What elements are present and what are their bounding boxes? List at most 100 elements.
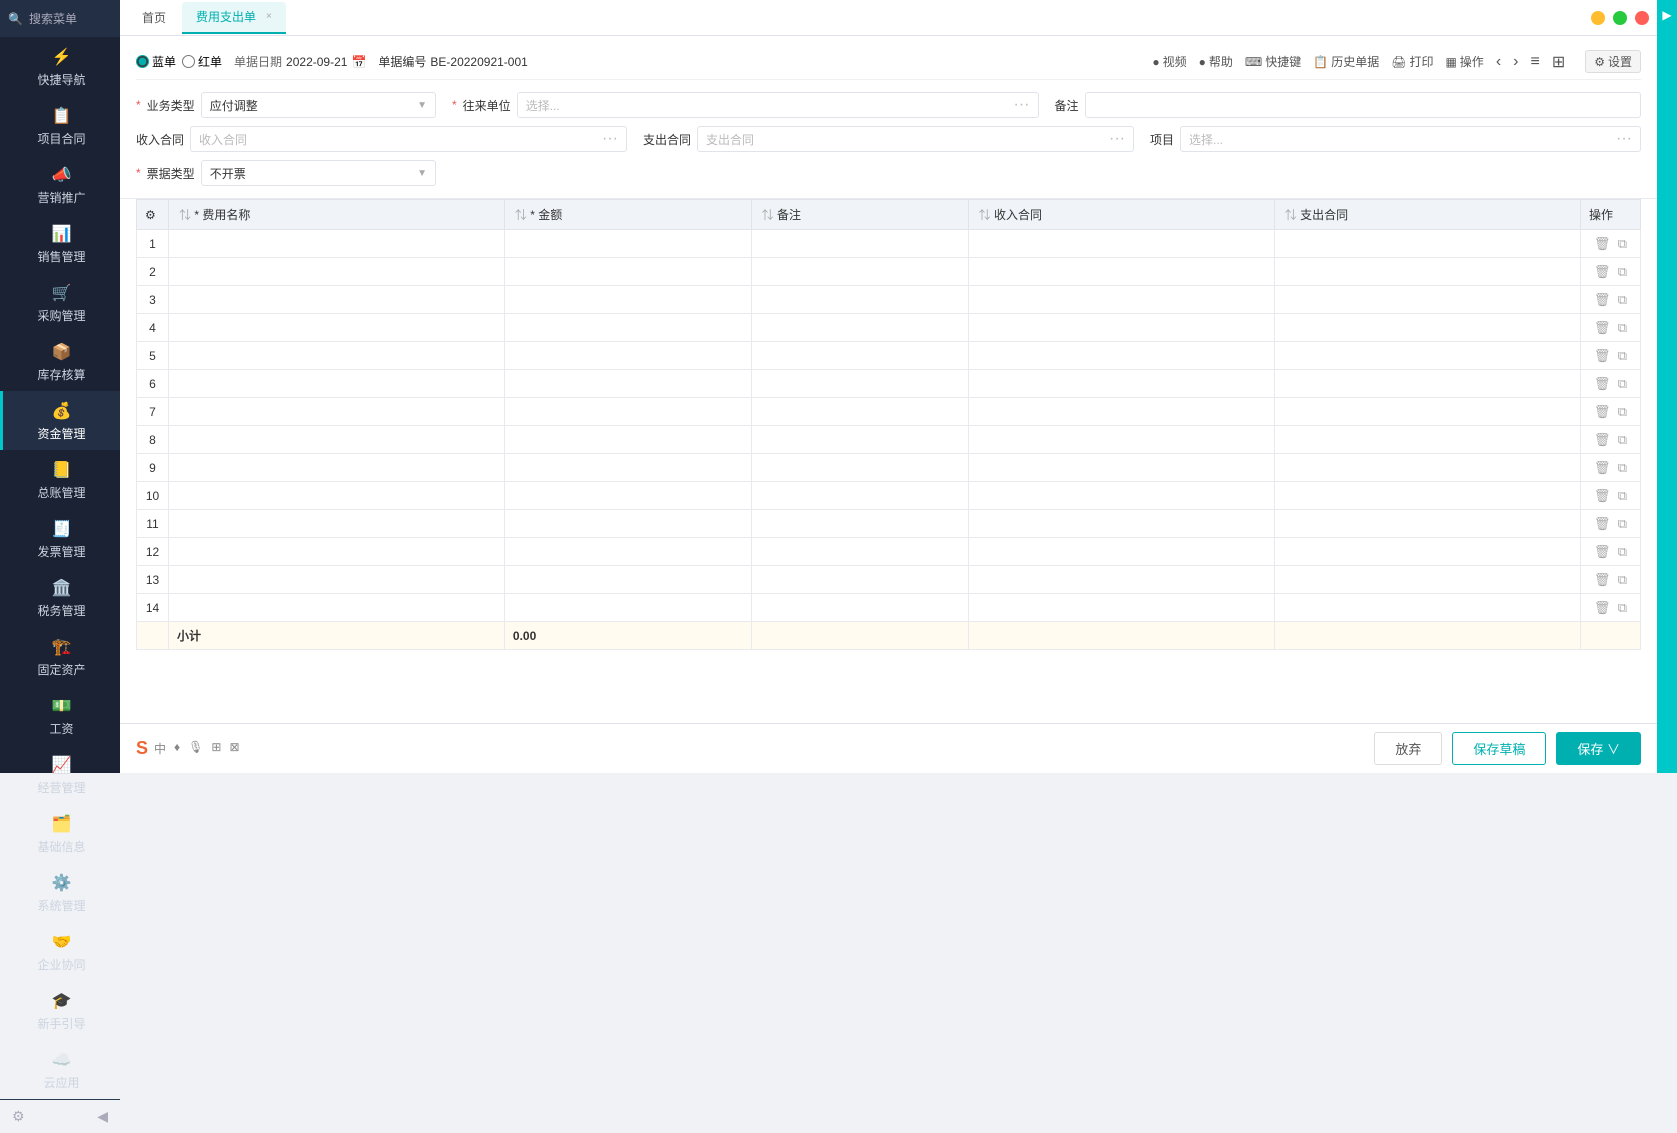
expense-contract-cell[interactable] [1274,482,1580,510]
sidebar-item-base[interactable]: 🗂️ 基础信息 [0,804,120,863]
expense-contract-cell[interactable] [1274,454,1580,482]
expense-contract-cell[interactable] [1274,230,1580,258]
nav-next-icon[interactable]: › [1513,53,1518,71]
sidebar-item-tax[interactable]: 🏛️ 税务管理 [0,568,120,627]
copy-icon[interactable]: ⧉ [1618,236,1627,251]
col-amount-header[interactable]: ⇅ * 金额 [504,200,751,230]
invoice-type-select[interactable]: 不开票 ▼ [201,160,436,186]
copy-icon[interactable]: ⧉ [1618,320,1627,335]
sidebar-item-assets[interactable]: 🏗️ 固定资产 [0,627,120,686]
amount-cell[interactable] [504,454,751,482]
income-contract-cell[interactable] [968,538,1274,566]
sidebar-item-cloud[interactable]: ☁️ 云应用 [0,1040,120,1099]
expense-name-cell[interactable] [169,314,505,342]
tab-expense[interactable]: 费用支出单 × [182,2,286,34]
delete-icon[interactable]: 🗑 [1594,376,1611,391]
delete-icon[interactable]: 🗑 [1594,572,1611,587]
remark-cell[interactable] [751,230,968,258]
window-close[interactable] [1635,11,1649,25]
income-contract-input[interactable]: 收入合同 ··· [190,126,627,152]
remark-cell[interactable] [751,314,968,342]
window-minimize[interactable] [1591,11,1605,25]
sidebar-item-corp[interactable]: 🤝 企业协同 [0,922,120,981]
shortcut-action[interactable]: ⌨ 快捷键 [1245,53,1301,70]
save-button[interactable]: 保存 ∨ [1556,732,1641,765]
copy-icon[interactable]: ⧉ [1618,376,1627,391]
delete-icon[interactable]: 🗑 [1594,264,1611,279]
tab-close-icon[interactable]: × [266,11,272,22]
sidebar-search[interactable]: 🔍 搜索菜单 [0,0,120,37]
remark-cell[interactable] [751,398,968,426]
delete-icon[interactable]: 🗑 [1594,320,1611,335]
amount-cell[interactable] [504,510,751,538]
right-panel[interactable]: ▶ [1657,0,1677,773]
sidebar-item-invoice[interactable]: 🧾 发票管理 [0,509,120,568]
expense-name-cell[interactable] [169,342,505,370]
calendar-icon[interactable]: 📅 [351,55,366,69]
delete-icon[interactable]: 🗑 [1594,516,1611,531]
expense-name-cell[interactable] [169,594,505,622]
col-expense-contract-header[interactable]: ⇅ 支出合同 [1274,200,1580,230]
red-bill-radio[interactable]: 红单 [182,53,222,70]
remark-cell[interactable] [751,566,968,594]
expense-contract-cell[interactable] [1274,566,1580,594]
copy-icon[interactable]: ⧉ [1618,600,1627,615]
remark-cell[interactable] [751,286,968,314]
sidebar-item-newbie[interactable]: 🎓 新手引导 [0,981,120,1040]
sidebar-item-inventory[interactable]: 📦 库存核算 [0,332,120,391]
nav-prev-icon[interactable]: ‹ [1496,53,1501,71]
sidebar-item-system[interactable]: ⚙️ 系统管理 [0,863,120,922]
doc-num-value[interactable]: BE-20220921-001 [430,55,527,69]
expense-name-cell[interactable] [169,538,505,566]
expense-contract-cell[interactable] [1274,538,1580,566]
settings-icon[interactable]: ⚙ [12,1108,25,1125]
amount-cell[interactable] [504,566,751,594]
col-income-contract-header[interactable]: ⇅ 收入合同 [968,200,1274,230]
sidebar-item-quick-nav[interactable]: ⚡ 快捷导航 [0,37,120,96]
amount-cell[interactable] [504,314,751,342]
copy-icon[interactable]: ⧉ [1618,544,1627,559]
expense-name-cell[interactable] [169,230,505,258]
remark-cell[interactable] [751,342,968,370]
expense-name-cell[interactable] [169,370,505,398]
expense-name-cell[interactable] [169,482,505,510]
income-contract-cell[interactable] [968,454,1274,482]
operation-action[interactable]: ▦ 操作 [1445,53,1483,70]
income-contract-cell[interactable] [968,510,1274,538]
delete-icon[interactable]: 🗑 [1594,292,1611,307]
delete-icon[interactable]: 🗑 [1594,432,1611,447]
expense-name-cell[interactable] [169,426,505,454]
expense-name-cell[interactable] [169,258,505,286]
partner-dots-icon[interactable]: ··· [1014,96,1030,114]
expense-contract-cell[interactable] [1274,258,1580,286]
expense-contract-input[interactable]: 支出合同 ··· [697,126,1134,152]
income-contract-cell[interactable] [968,230,1274,258]
expense-name-cell[interactable] [169,286,505,314]
date-value[interactable]: 2022-09-21 [286,55,347,69]
copy-icon[interactable]: ⧉ [1618,292,1627,307]
history-action[interactable]: 📋 历史单据 [1313,53,1379,70]
sidebar-item-ledger[interactable]: 📒 总账管理 [0,450,120,509]
partner-input[interactable]: 选择... ··· [517,92,1039,118]
income-contract-cell[interactable] [968,398,1274,426]
income-contract-cell[interactable] [968,342,1274,370]
amount-cell[interactable] [504,370,751,398]
remark-input[interactable] [1085,92,1641,118]
remark-cell[interactable] [751,370,968,398]
remark-cell[interactable] [751,538,968,566]
volume-icon[interactable]: ◀ [97,1108,108,1125]
discard-button[interactable]: 放弃 [1374,732,1442,765]
blue-bill-radio[interactable]: 蓝单 [136,53,176,70]
delete-icon[interactable]: 🗑 [1594,488,1611,503]
remark-cell[interactable] [751,482,968,510]
copy-icon[interactable]: ⧉ [1618,488,1627,503]
col-expense-name-header[interactable]: ⇅ * 费用名称 [169,200,505,230]
remark-cell[interactable] [751,594,968,622]
amount-cell[interactable] [504,482,751,510]
copy-icon[interactable]: ⧉ [1618,432,1627,447]
copy-icon[interactable]: ⧉ [1618,404,1627,419]
sidebar-item-salary[interactable]: 💵 工资 [0,686,120,745]
expense-contract-cell[interactable] [1274,370,1580,398]
copy-icon[interactable]: ⧉ [1618,516,1627,531]
income-contract-dots[interactable]: ··· [602,130,618,148]
